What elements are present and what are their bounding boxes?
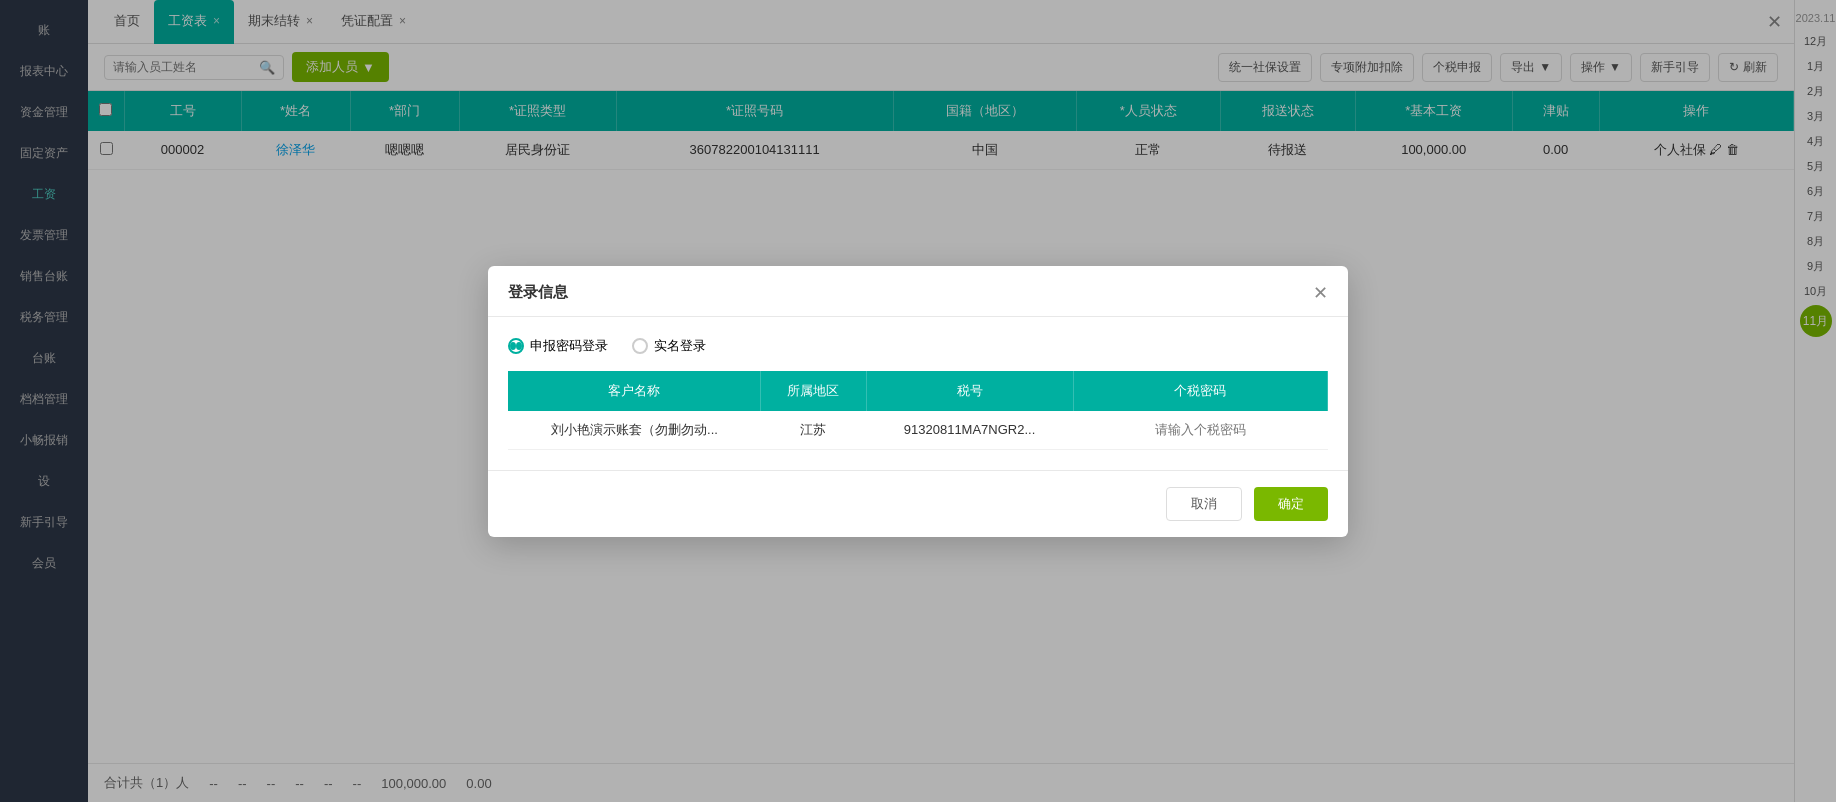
radio-realname-login[interactable]: 实名登录	[632, 337, 706, 355]
modal-row-password-input[interactable]	[1073, 411, 1327, 450]
modal-dialog: 登录信息 ✕ 申报密码登录 实名登录	[488, 266, 1348, 537]
modal-table-header: 客户名称 所属地区 税号 个税密码	[508, 371, 1328, 411]
modal-row-region: 江苏	[761, 411, 866, 450]
radio-realname-label: 实名登录	[654, 337, 706, 355]
radio-realname-circle	[632, 338, 648, 354]
modal-table-row: 刘小艳演示账套（勿删勿动... 江苏 91320811MA7NGR2...	[508, 411, 1328, 450]
modal-close-button[interactable]: ✕	[1313, 282, 1328, 304]
modal-col-taxid: 税号	[866, 371, 1073, 411]
modal-row-name: 刘小艳演示账套（勿删勿动...	[508, 411, 761, 450]
confirm-button[interactable]: 确定	[1254, 487, 1328, 521]
radio-password-circle	[508, 338, 524, 354]
modal-body: 申报密码登录 实名登录 客户名称 所属地区 税号 个税密码	[488, 317, 1348, 470]
radio-password-label: 申报密码登录	[530, 337, 608, 355]
modal-col-name: 客户名称	[508, 371, 761, 411]
modal-col-password: 个税密码	[1073, 371, 1327, 411]
modal-overlay: 登录信息 ✕ 申报密码登录 实名登录	[0, 0, 1836, 802]
modal-title: 登录信息	[508, 283, 568, 302]
modal-table: 客户名称 所属地区 税号 个税密码 刘小艳演示账套（勿删勿动... 江苏 913…	[508, 371, 1328, 450]
modal-row-taxid: 91320811MA7NGR2...	[866, 411, 1073, 450]
radio-password-dot	[510, 342, 516, 350]
modal-header: 登录信息 ✕	[488, 266, 1348, 317]
radio-password-login[interactable]: 申报密码登录	[508, 337, 608, 355]
radio-group: 申报密码登录 实名登录	[508, 337, 1328, 355]
app-layout: 账 报表中心 资金管理 固定资产 工资 发票管理 销售台账 税务管理 台账 档档…	[0, 0, 1836, 802]
tax-password-field[interactable]	[1087, 422, 1313, 437]
cancel-button[interactable]: 取消	[1166, 487, 1242, 521]
modal-col-region: 所属地区	[761, 371, 866, 411]
modal-footer: 取消 确定	[488, 470, 1348, 537]
